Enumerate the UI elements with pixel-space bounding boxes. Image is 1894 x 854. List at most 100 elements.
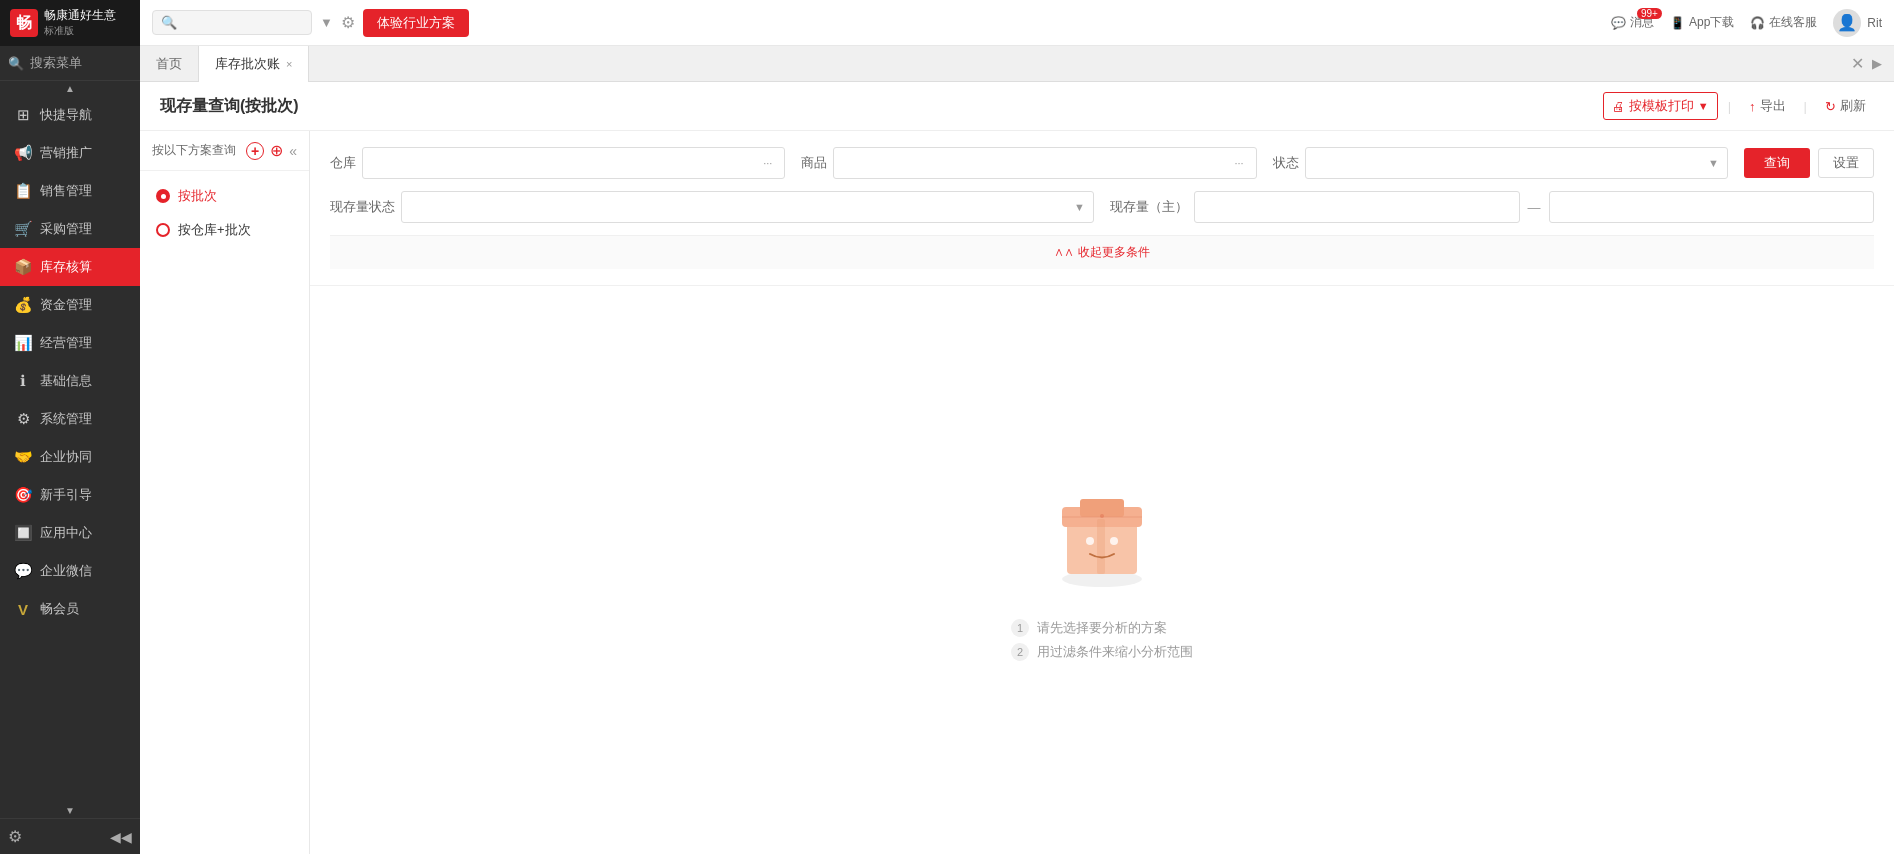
system-icon: ⚙: [14, 410, 32, 428]
sales-icon: 📋: [14, 182, 32, 200]
export-btn[interactable]: ↑ 导出: [1741, 93, 1794, 119]
svg-point-7: [1110, 537, 1118, 545]
sidebar-item-newbie[interactable]: 🎯 新手引导: [0, 476, 140, 514]
inventory-status-input[interactable]: [410, 200, 1074, 215]
topbar-search-box[interactable]: 🔍: [152, 10, 312, 35]
sidebar-item-member[interactable]: V 畅会员: [0, 590, 140, 628]
tab-close-icon[interactable]: ×: [286, 58, 292, 70]
sidebar-collapse-icon[interactable]: ◀◀: [110, 829, 132, 845]
product-more-icon[interactable]: ···: [1230, 157, 1247, 169]
status-input[interactable]: [1314, 156, 1708, 171]
page-actions: 🖨 按模板打印 ▼ | ↑ 导出 | ↻ 刷新: [1603, 92, 1874, 120]
sidebar-item-app-center[interactable]: 🔲 应用中心: [0, 514, 140, 552]
inventory-qty-min-input[interactable]: [1203, 200, 1511, 215]
headset-icon: 🎧: [1750, 16, 1765, 30]
tabbar: 首页 库存批次账 × ✕ ▶: [140, 46, 1894, 82]
inventory-qty-max-input[interactable]: [1558, 200, 1866, 215]
experience-btn[interactable]: 体验行业方案: [363, 9, 469, 37]
inventory-status-dropdown-icon[interactable]: ▼: [1074, 201, 1085, 213]
app-subtitle: 标准版: [44, 24, 116, 38]
user-area[interactable]: 👤 Rit: [1833, 9, 1882, 37]
main-area: 🔍 ▼ ⚙ 体验行业方案 💬 消息 99+ 📱 App下载 🎧 在线客服: [140, 0, 1894, 854]
empty-illustration: [1042, 479, 1162, 599]
warehouse-more-icon[interactable]: ···: [759, 157, 776, 169]
inventory-status-input-box[interactable]: ▼: [401, 191, 1094, 223]
inventory-icon: 📦: [14, 258, 32, 276]
filter-form: 仓库 ··· 商品 ··· 状态: [310, 131, 1894, 286]
print-btn[interactable]: 🖨 按模板打印 ▼: [1603, 92, 1718, 120]
scheme-item-batch[interactable]: 按批次: [140, 179, 309, 213]
product-input[interactable]: [842, 156, 1230, 171]
export-icon: ↑: [1749, 99, 1756, 114]
filter-action-buttons: 查询 设置: [1744, 148, 1874, 178]
settings-gear-icon[interactable]: ⚙: [341, 13, 355, 32]
sidebar-item-enterprise[interactable]: 🤝 企业协同: [0, 438, 140, 476]
search-icon: 🔍: [8, 56, 24, 71]
app-logo: 畅: [10, 9, 38, 37]
sidebar-item-sales[interactable]: 📋 销售管理: [0, 172, 140, 210]
online-service-label: 在线客服: [1769, 14, 1817, 31]
tab-inventory-batch[interactable]: 库存批次账 ×: [199, 46, 309, 82]
inventory-qty-min-box[interactable]: [1194, 191, 1520, 223]
sidebar-item-base-info[interactable]: ℹ 基础信息: [0, 362, 140, 400]
empty-hint-2: 2 用过滤条件来缩小分析范围: [1011, 643, 1193, 661]
scroll-down-arrow[interactable]: ▼: [0, 803, 140, 818]
finance-icon: 💰: [14, 296, 32, 314]
topbar-search-input[interactable]: [181, 16, 301, 30]
hint-num-2: 2: [1011, 643, 1029, 661]
scheme-item-warehouse-batch[interactable]: 按仓库+批次: [140, 213, 309, 247]
hint-text-1: 请先选择要分析的方案: [1037, 619, 1167, 637]
app-download-icon: 📱: [1670, 16, 1685, 30]
base-info-icon: ℹ: [14, 372, 32, 390]
product-field: 商品 ···: [801, 147, 1256, 179]
online-service-btn[interactable]: 🎧 在线客服: [1750, 14, 1817, 31]
tab-close-all-icon[interactable]: ✕: [1851, 54, 1864, 73]
warehouse-input-box[interactable]: ···: [362, 147, 785, 179]
sidebar-item-purchase[interactable]: 🛒 采购管理: [0, 210, 140, 248]
scheme-radio-batch: [156, 189, 170, 203]
sidebar-item-system[interactable]: ⚙ 系统管理: [0, 400, 140, 438]
dropdown-arrow-icon[interactable]: ▼: [320, 15, 333, 30]
printer-icon: 🖨: [1612, 99, 1625, 114]
marketing-icon: 📢: [14, 144, 32, 162]
messages-badge: 99+: [1637, 8, 1662, 19]
search-menu-item[interactable]: 🔍 搜索菜单: [0, 46, 140, 81]
sidebar-item-operations[interactable]: 📊 经营管理: [0, 324, 140, 362]
settings-btn[interactable]: 设置: [1818, 148, 1874, 178]
tab-home[interactable]: 首页: [140, 46, 199, 82]
product-input-box[interactable]: ···: [833, 147, 1256, 179]
scheme-settings-icon[interactable]: ⊕: [270, 141, 283, 160]
status-input-box[interactable]: ▼: [1305, 147, 1728, 179]
sidebar-item-finance[interactable]: 💰 资金管理: [0, 286, 140, 324]
collapse-panel-icon[interactable]: «: [289, 143, 297, 159]
sidebar-item-marketing[interactable]: 📢 营销推广: [0, 134, 140, 172]
scroll-up-arrow[interactable]: ▲: [0, 81, 140, 96]
action-separator-1: |: [1728, 99, 1731, 114]
inventory-status-label: 现存量状态: [330, 198, 395, 216]
left-panel: 按以下方案查询 + ⊕ « 按批次 按仓库+批次: [140, 131, 310, 854]
enterprise-icon: 🤝: [14, 448, 32, 466]
sidebar-item-shortcuts[interactable]: ⊞ 快捷导航: [0, 96, 140, 134]
tab-right-actions: ✕ ▶: [1851, 54, 1894, 73]
query-btn[interactable]: 查询: [1744, 148, 1810, 178]
sidebar-settings-icon[interactable]: ⚙: [8, 827, 22, 846]
sidebar-item-inventory[interactable]: 📦 库存核算: [0, 248, 140, 286]
inventory-qty-max-box[interactable]: [1549, 191, 1875, 223]
filter-header-icons: + ⊕ «: [246, 141, 297, 160]
warehouse-input[interactable]: [371, 156, 759, 171]
collapse-up-icon: ∧∧: [1054, 245, 1074, 259]
add-scheme-icon[interactable]: +: [246, 142, 264, 160]
tab-more-icon[interactable]: ▶: [1872, 56, 1882, 71]
sidebar-item-wechat[interactable]: 💬 企业微信: [0, 552, 140, 590]
messages-btn[interactable]: 💬 消息 99+: [1611, 14, 1654, 31]
empty-hints: 1 请先选择要分析的方案 2 用过滤条件来缩小分析范围: [1011, 619, 1193, 661]
avatar: 👤: [1833, 9, 1861, 37]
refresh-btn[interactable]: ↻ 刷新: [1817, 93, 1874, 119]
shortcuts-icon: ⊞: [14, 106, 32, 124]
status-field: 状态 ▼: [1273, 147, 1728, 179]
status-dropdown-icon[interactable]: ▼: [1708, 157, 1719, 169]
inventory-qty-label: 现存量（主）: [1110, 198, 1188, 216]
collapse-conditions-btn[interactable]: ∧∧ 收起更多条件: [330, 235, 1874, 269]
print-dropdown-icon[interactable]: ▼: [1698, 100, 1709, 112]
app-download-btn[interactable]: 📱 App下载: [1670, 14, 1734, 31]
